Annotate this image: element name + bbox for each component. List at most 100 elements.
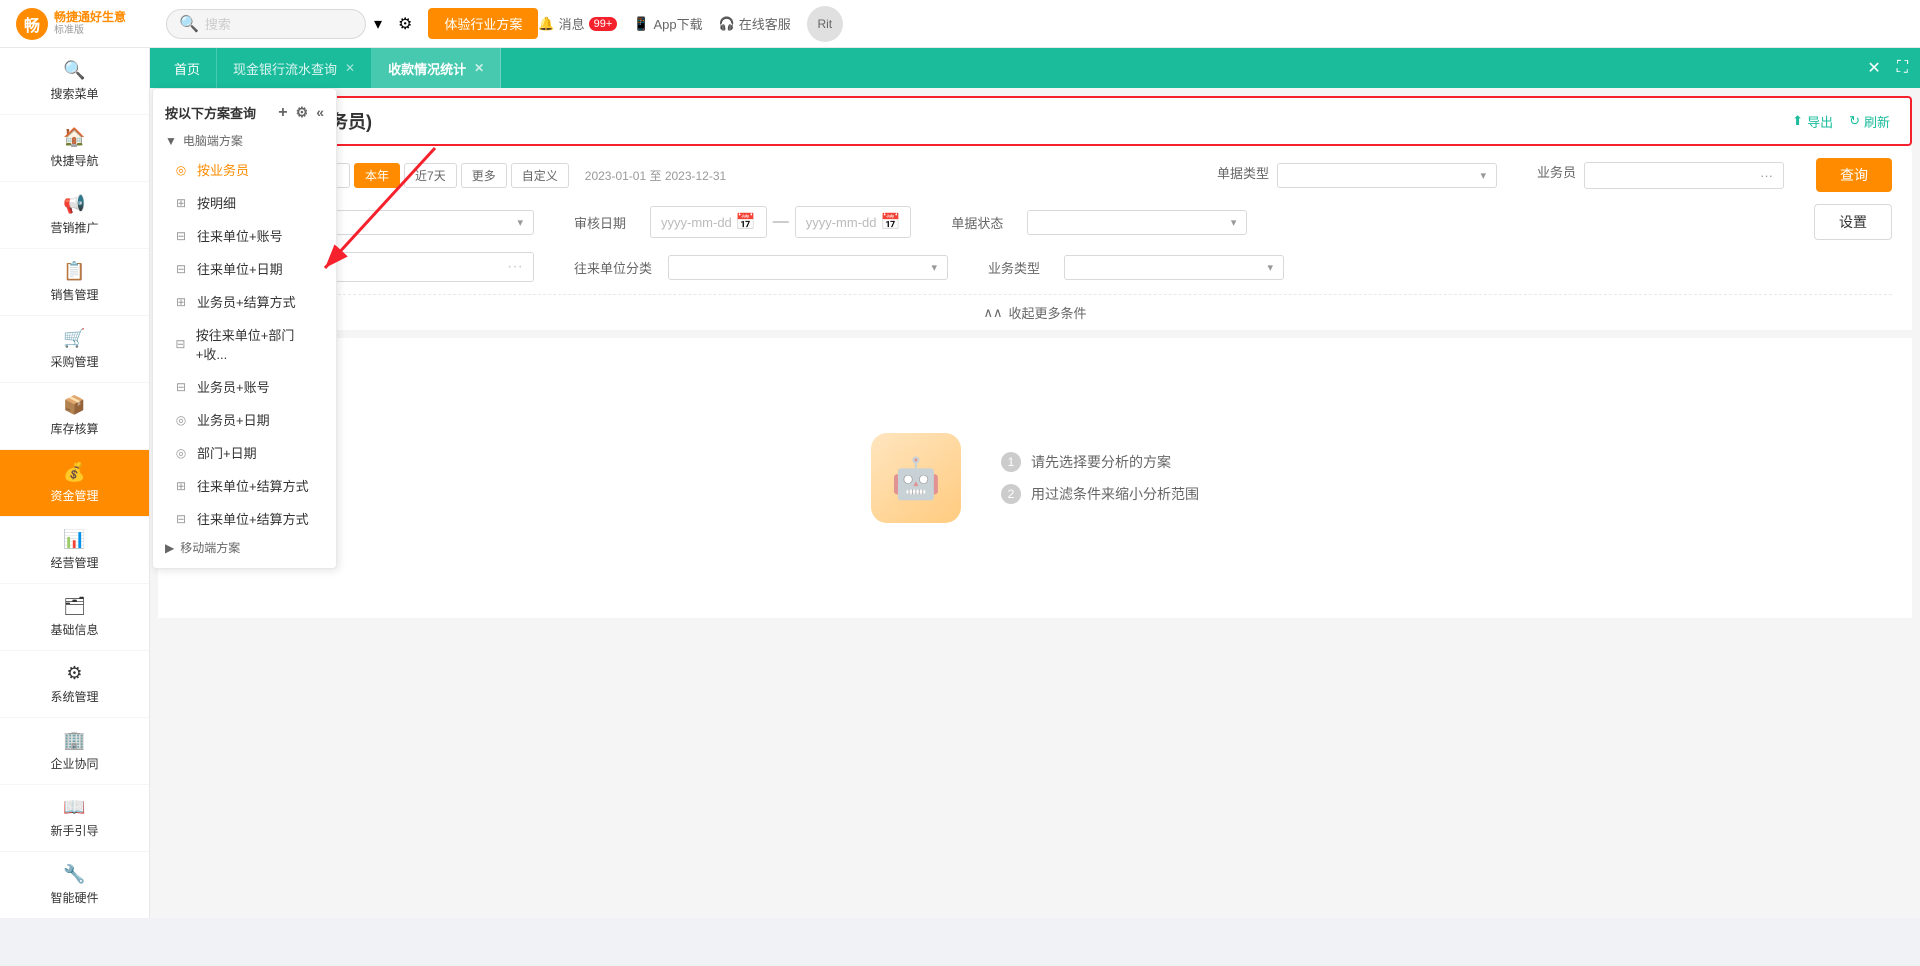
scheme-item-from-unit-account[interactable]: ⊟ 往来单位+账号: [153, 219, 336, 252]
scheme-desktop-section[interactable]: ▼ 电脑端方案: [153, 128, 336, 153]
page-actions: ⬆ 导出 ↻ 刷新: [1792, 112, 1890, 131]
business-type-select[interactable]: ▾: [1064, 255, 1284, 280]
review-date-start-value: yyyy-mm-dd: [661, 215, 732, 230]
trial-button[interactable]: 体验行业方案: [428, 8, 538, 39]
date-tab-custom[interactable]: 自定义: [511, 163, 569, 188]
sidebar-item-guide[interactable]: 📖 新手引导: [0, 785, 149, 852]
marketing-icon: 📢: [63, 194, 85, 215]
scheme-item-label-0: 按业务员: [197, 160, 249, 179]
collapse-icon: ∧∧: [983, 305, 1002, 321]
scheme-item-label-4: 业务员+结算方式: [197, 292, 296, 311]
bell-icon: 🔔: [538, 16, 554, 32]
notification-badge: 99+: [589, 17, 618, 31]
close-window-icon[interactable]: ✕: [1863, 58, 1884, 78]
scheme-item-icon-10: ⊟: [173, 511, 189, 527]
logo-area: 畅 畅捷通好生意 标准版: [16, 8, 166, 40]
business-type-arrow: ▾: [1267, 261, 1273, 274]
sidebar-item-finance[interactable]: 💰 资金管理: [0, 450, 149, 517]
scheme-settings-icon[interactable]: ⚙: [296, 104, 309, 122]
doc-type-select[interactable]: ▾: [1277, 163, 1497, 188]
scheme-item-by-salesperson[interactable]: ◎ 按业务员: [153, 153, 336, 186]
tab-collection-close[interactable]: ✕: [474, 61, 484, 75]
scheme-item-salesperson-settlement[interactable]: ⊞ 业务员+结算方式: [153, 285, 336, 318]
sidebar-item-inventory[interactable]: 📦 库存核算: [0, 383, 149, 450]
online-service-label: 在线客服: [739, 14, 791, 33]
scheme-item-icon-5: ⊟: [173, 336, 188, 352]
sidebar-item-search[interactable]: 🔍 搜索菜单: [0, 48, 149, 115]
date-tab-this-year[interactable]: 本年: [354, 163, 400, 188]
section-expand-arrow: ▼: [165, 134, 177, 148]
collapse-button[interactable]: ∧∧ 收起更多条件: [178, 294, 1892, 330]
tab-home[interactable]: 首页: [158, 48, 217, 88]
from-unit-more[interactable]: ···: [507, 258, 523, 276]
doc-status-select[interactable]: ▾: [1027, 210, 1247, 235]
scheme-item-label-7: 业务员+日期: [197, 410, 270, 429]
sidebar-item-sales[interactable]: 📋 销售管理: [0, 249, 149, 316]
doc-status-label: 单据状态: [951, 213, 1011, 232]
doc-status-arrow: ▾: [1231, 216, 1237, 229]
settings-icon[interactable]: ⚙: [398, 14, 412, 34]
from-unit-category-select[interactable]: ▾: [668, 255, 948, 280]
empty-tips: 1 请先选择要分析的方案 2 用过滤条件来缩小分析范围: [1001, 452, 1199, 504]
query-button[interactable]: 查询: [1816, 158, 1892, 192]
settings-button[interactable]: 设置: [1814, 204, 1892, 240]
enterprise-icon: 🏢: [63, 730, 85, 751]
scheme-item-label-2: 往来单位+账号: [197, 226, 283, 245]
scheme-mobile-section[interactable]: ▶ 移动端方案: [153, 535, 336, 560]
tip-1-text: 请先选择要分析的方案: [1031, 452, 1171, 472]
tab-collection[interactable]: 收款情况统计 ✕: [372, 48, 501, 88]
brand-name: 畅捷通好生意: [54, 10, 126, 24]
scheme-item-by-detail[interactable]: ⊞ 按明细: [153, 186, 336, 219]
avatar[interactable]: Rit: [807, 6, 843, 42]
scheme-add-icon[interactable]: +: [278, 104, 287, 122]
export-button[interactable]: ⬆ 导出: [1792, 112, 1833, 131]
scheme-item-from-unit-settlement[interactable]: ⊞ 往来单位+结算方式: [153, 469, 336, 502]
scheme-item-salesperson-date[interactable]: ◎ 业务员+日期: [153, 403, 336, 436]
scheme-item-from-unit-settlement2[interactable]: ⊟ 往来单位+结算方式: [153, 502, 336, 535]
search-box[interactable]: 🔍 搜索: [166, 9, 366, 39]
scheme-item-from-unit-date[interactable]: ⊟ 往来单位+日期: [153, 252, 336, 285]
maximize-window-icon[interactable]: ⛶: [1893, 59, 1912, 77]
scheme-item-icon-8: ◎: [173, 445, 189, 461]
date-tab-7days[interactable]: 近7天: [404, 163, 457, 188]
scheme-item-dept-date[interactable]: ◎ 部门+日期: [153, 436, 336, 469]
page-container: 收款情况统计(按业务员) ⬆ 导出 ↻ 刷新 单据日期: [150, 88, 1920, 918]
logo-icon: 畅: [16, 8, 48, 40]
scheme-item-from-unit-dept[interactable]: ⊟ 按往来单位+部门+收...: [153, 318, 336, 370]
sidebar-item-basic[interactable]: 🗂 基础信息: [0, 584, 149, 651]
empty-state-content: 🤖 1 请先选择要分析的方案 2 用过滤条件来缩小分析范围: [871, 433, 1199, 523]
dropdown-icon[interactable]: ▾: [374, 14, 382, 34]
sidebar-item-label: 智能硬件: [50, 889, 98, 906]
review-date-label: 审核日期: [574, 213, 634, 232]
sidebar-item-marketing[interactable]: 📢 营销推广: [0, 182, 149, 249]
scheme-collapse-icon[interactable]: «: [316, 104, 324, 122]
sidebar-item-system[interactable]: ⚙ 系统管理: [0, 651, 149, 718]
online-service-area[interactable]: 🎧 在线客服: [719, 14, 791, 33]
scheme-item-label-6: 业务员+账号: [197, 377, 270, 396]
tab-bank[interactable]: 现金银行流水查询 ✕: [217, 48, 372, 88]
notification-area[interactable]: 🔔 消息 99+: [538, 14, 617, 33]
salesperson-select[interactable]: ···: [1584, 162, 1784, 189]
refresh-button[interactable]: ↻ 刷新: [1849, 112, 1890, 131]
scheme-item-salesperson-account[interactable]: ⊟ 业务员+账号: [153, 370, 336, 403]
date-tab-more[interactable]: 更多: [461, 163, 507, 188]
sidebar-item-quick-nav[interactable]: 🏠 快捷导航: [0, 115, 149, 182]
sidebar-item-enterprise[interactable]: 🏢 企业协同: [0, 718, 149, 785]
sidebar-item-purchase[interactable]: 🛒 采购管理: [0, 316, 149, 383]
date-range-display: 2023-01-01 至 2023-12-31: [585, 167, 726, 184]
review-date-start[interactable]: yyyy-mm-dd 📅: [650, 206, 767, 238]
salesperson-more[interactable]: ···: [1760, 168, 1773, 183]
sidebar-item-operation[interactable]: 📊 经营管理: [0, 517, 149, 584]
tab-bank-close[interactable]: ✕: [345, 61, 355, 75]
tab-bank-label: 现金银行流水查询: [233, 59, 337, 78]
review-date-end[interactable]: yyyy-mm-dd 📅: [795, 206, 912, 238]
salesperson-area: 业务员 ···: [1537, 162, 1784, 189]
sidebar-item-label: 营销推广: [50, 219, 98, 236]
edition: 标准版: [54, 25, 126, 37]
app-download-area[interactable]: 📱 App下载: [633, 14, 702, 33]
scheme-item-label-10: 往来单位+结算方式: [197, 509, 309, 528]
empty-tip-1: 1 请先选择要分析的方案: [1001, 452, 1199, 472]
tab-home-label: 首页: [174, 59, 200, 78]
sidebar-item-smart[interactable]: 🔧 智能硬件: [0, 852, 149, 918]
query-btn-area: 查询: [1816, 158, 1892, 192]
